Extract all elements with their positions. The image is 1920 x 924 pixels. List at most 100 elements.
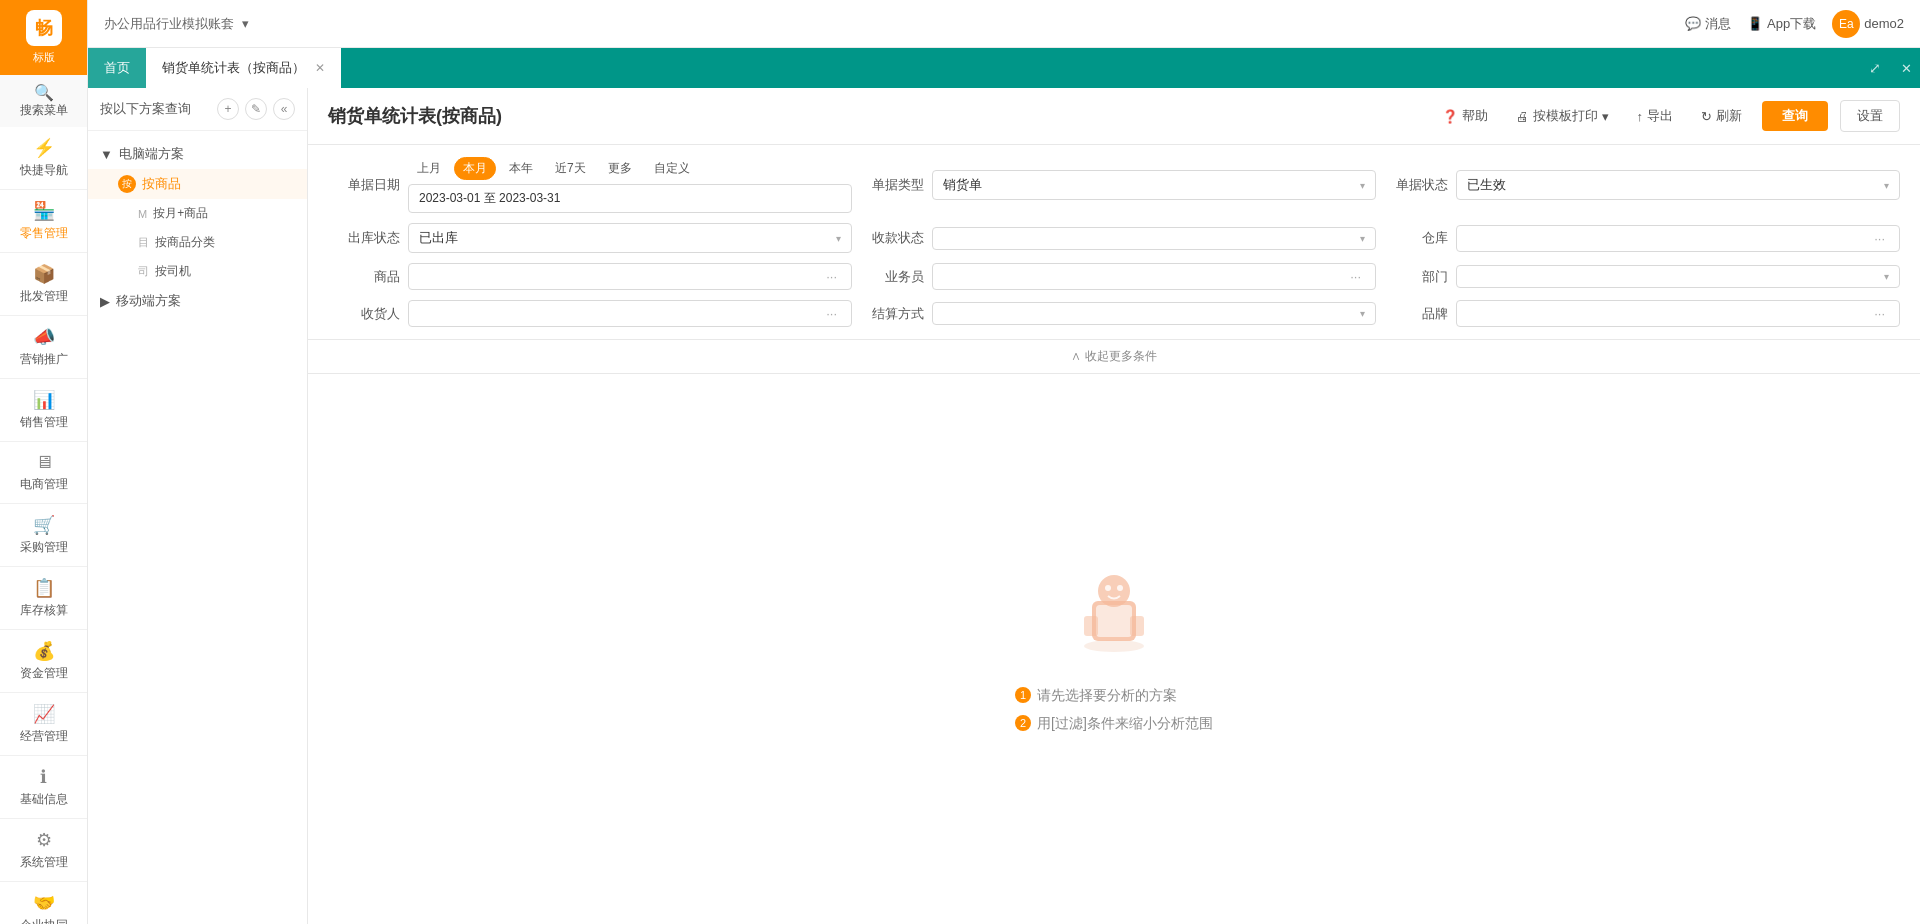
app-download-btn[interactable]: 📱 App下载: [1747, 15, 1816, 33]
category-icon: 目: [138, 235, 149, 250]
product-label: 商品: [328, 268, 408, 286]
tree-item-by-brand[interactable]: 司 按司机: [88, 257, 307, 286]
date-range-input[interactable]: 2023-03-01 至 2023-03-31: [408, 184, 852, 213]
sidebar-item-enterprise[interactable]: 🤝 企业协同: [0, 882, 87, 924]
sidebar-search[interactable]: 🔍 搜索菜单: [0, 75, 87, 127]
shortcut-more[interactable]: 更多: [599, 157, 641, 180]
product-input[interactable]: ···: [408, 263, 852, 290]
sidebar-item-basic[interactable]: ℹ 基础信息: [0, 756, 87, 819]
settings-btn[interactable]: 设置: [1840, 100, 1900, 132]
tree-item-by-month-product[interactable]: M 按月+商品: [88, 199, 307, 228]
page-header: 销货单统计表(按商品) ❓ 帮助 🖨 按模板打印 ▾ ↑ 导出: [308, 88, 1920, 145]
doc-type-cell: 单据类型 销货单 ▾: [852, 170, 1376, 200]
refresh-btn[interactable]: ↻ 刷新: [1693, 103, 1750, 129]
payment-status-select[interactable]: ▾: [932, 227, 1376, 250]
warehouse-status-value: 已出库: [419, 229, 458, 247]
app-subtitle: 标版: [33, 50, 55, 65]
tree-item-by-category[interactable]: 目 按商品分类: [88, 228, 307, 257]
doc-type-select[interactable]: 销货单 ▾: [932, 170, 1376, 200]
export-icon: ↑: [1637, 109, 1644, 124]
enterprise-label: 企业协同: [20, 917, 68, 924]
right-panel: 销货单统计表(按商品) ❓ 帮助 🖨 按模板打印 ▾ ↑ 导出: [308, 88, 1920, 924]
payment-status-cell: 收款状态 ▾: [852, 227, 1376, 250]
sidebar-item-marketing[interactable]: 📣 营销推广: [0, 316, 87, 379]
doc-status-value: 已生效: [1467, 176, 1506, 194]
mobile-group-arrow: ▶: [100, 294, 110, 309]
shortcut-this-year[interactable]: 本年: [500, 157, 542, 180]
svg-rect-6: [1084, 616, 1098, 636]
inventory-label: 库存核算: [20, 602, 68, 619]
panel-add-btn[interactable]: +: [217, 98, 239, 120]
tree-group-mobile[interactable]: ▶ 移动端方案: [88, 286, 307, 316]
maximize-btn[interactable]: ⤢: [1857, 60, 1893, 76]
warehouse-input[interactable]: ···: [1456, 225, 1900, 252]
recipient-dots[interactable]: ···: [822, 306, 841, 321]
tree-item-by-product[interactable]: 按 按商品: [88, 169, 307, 199]
sidebar-item-shortcut[interactable]: ⚡ 快捷导航: [0, 127, 87, 190]
message-icon: 💬: [1685, 16, 1701, 31]
svg-rect-2: [1096, 605, 1132, 637]
sidebar-item-system[interactable]: ⚙ 系统管理: [0, 819, 87, 882]
doc-status-select[interactable]: 已生效 ▾: [1456, 170, 1900, 200]
payment-method-cell: 结算方式 ▾: [852, 302, 1376, 325]
marketing-label: 营销推广: [20, 351, 68, 368]
operations-label: 经营管理: [20, 728, 68, 745]
wholesale-label: 批发管理: [20, 288, 68, 305]
panel-collapse-btn[interactable]: «: [273, 98, 295, 120]
shortcut-custom[interactable]: 自定义: [645, 157, 699, 180]
brand-input[interactable]: ···: [1456, 300, 1900, 327]
sidebar-item-inventory[interactable]: 📋 库存核算: [0, 567, 87, 630]
warehouse-cell: 仓库 ···: [1376, 225, 1900, 252]
sidebar-item-purchase[interactable]: 🛒 采购管理: [0, 504, 87, 567]
user-area[interactable]: Ea demo2: [1832, 10, 1904, 38]
finance-icon: 💰: [33, 640, 55, 662]
export-btn[interactable]: ↑ 导出: [1629, 103, 1682, 129]
tip-text-2: 用[过滤]条件来缩小分析范围: [1037, 709, 1213, 737]
refresh-label: 刷新: [1716, 107, 1742, 125]
collapse-bar[interactable]: ∧ 收起更多条件: [308, 340, 1920, 374]
messages-btn[interactable]: 💬 消息: [1685, 15, 1731, 33]
tab-report[interactable]: 销货单统计表（按商品） ✕: [146, 48, 341, 88]
sidebar-item-wholesale[interactable]: 📦 批发管理: [0, 253, 87, 316]
salesperson-dots[interactable]: ···: [1346, 269, 1365, 284]
warehouse-dots[interactable]: ···: [1870, 231, 1889, 246]
salesperson-input[interactable]: ···: [932, 263, 1376, 290]
tab-home[interactable]: 首页: [88, 48, 146, 88]
tree-group-pc[interactable]: ▼ 电脑端方案: [88, 139, 307, 169]
product-dots[interactable]: ···: [822, 269, 841, 284]
brand-dots[interactable]: ···: [1870, 306, 1889, 321]
recipient-label: 收货人: [328, 305, 408, 323]
sidebar-item-ecommerce[interactable]: 🖥 电商管理: [0, 442, 87, 504]
payment-method-select[interactable]: ▾: [932, 302, 1376, 325]
print-label: 按模板打印: [1533, 107, 1598, 125]
warehouse-status-arrow: ▾: [836, 233, 841, 244]
dropdown-icon[interactable]: ▾: [242, 16, 249, 31]
sidebar-item-retail[interactable]: 🏪 零售管理: [0, 190, 87, 253]
shortcut-last-month[interactable]: 上月: [408, 157, 450, 180]
shortcut-7days[interactable]: 近7天: [546, 157, 595, 180]
username: demo2: [1864, 16, 1904, 31]
shortcut-this-month[interactable]: 本月: [454, 157, 496, 180]
filter-row-2: 出库状态 已出库 ▾ 收款状态 ▾ 仓库: [328, 223, 1900, 253]
dept-input[interactable]: ▾: [1456, 265, 1900, 288]
recipient-input[interactable]: ···: [408, 300, 852, 327]
help-btn[interactable]: ❓ 帮助: [1434, 103, 1496, 129]
sidebar-item-operations[interactable]: 📈 经营管理: [0, 693, 87, 756]
ecommerce-icon: 🖥: [35, 452, 53, 473]
panel-title: 按以下方案查询: [100, 100, 191, 118]
print-dropdown-icon[interactable]: ▾: [1602, 109, 1609, 124]
sidebar-item-sales[interactable]: 📊 销售管理: [0, 379, 87, 442]
template-print-btn[interactable]: 🖨 按模板打印 ▾: [1508, 103, 1617, 129]
sidebar-item-finance[interactable]: 💰 资金管理: [0, 630, 87, 693]
marketing-icon: 📣: [33, 326, 55, 348]
app-logo[interactable]: 畅 标版: [0, 0, 88, 75]
tab-close-btn[interactable]: ✕: [315, 61, 325, 75]
pc-group-arrow: ▼: [100, 147, 113, 162]
filter-row-4: 收货人 ··· 结算方式 ▾ 品牌: [328, 300, 1900, 327]
panel-edit-btn[interactable]: ✎: [245, 98, 267, 120]
logo-icon: 畅: [26, 10, 62, 46]
home-tab-label: 首页: [104, 59, 130, 77]
warehouse-status-select[interactable]: 已出库 ▾: [408, 223, 852, 253]
close-window-btn[interactable]: ✕: [1893, 61, 1920, 76]
query-btn[interactable]: 查询: [1762, 101, 1828, 131]
